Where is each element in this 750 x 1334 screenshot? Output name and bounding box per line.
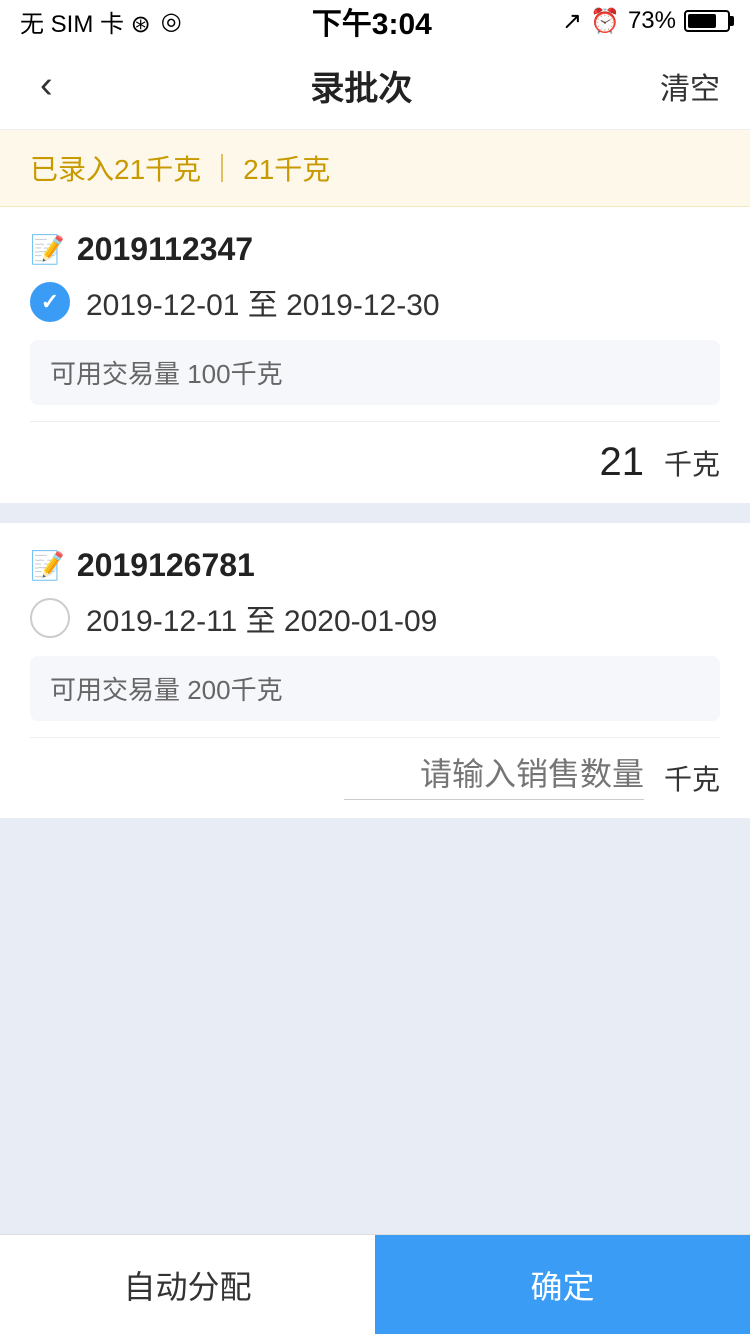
batch2-qty: 可用交易量 200千克 (30, 656, 720, 721)
batch1-qty: 可用交易量 100千克 (30, 340, 720, 405)
batch1-header: 📝 2019112347 (30, 231, 720, 268)
info-banner: 已录入21千克 21千克 (0, 130, 750, 207)
status-bar: 无 SIM 卡 ⊛ ◎ 下午3:04 ↗ ⏰ 73% (0, 0, 750, 42)
clear-button[interactable]: 清空 (660, 64, 720, 108)
batch2-unit: 千克 (664, 758, 720, 798)
section-divider-1 (0, 503, 750, 523)
time-display: 下午3:04 (312, 0, 432, 43)
batch1-id: 2019112347 (77, 231, 253, 268)
batch-item-2: 📝 2019126781 2019-12-11 至 2020-01-09 可用交… (0, 523, 750, 818)
recorded-value: 21千克 (243, 148, 330, 188)
batch2-id: 2019126781 (77, 547, 255, 584)
batch1-amount-row: 21 千克 (30, 421, 720, 503)
batch2-radio[interactable] (30, 598, 70, 638)
batch2-input-row: 千克 (30, 737, 720, 818)
batch2-header: 📝 2019126781 (30, 547, 720, 584)
batch2-date: 2019-12-11 至 2020-01-09 (86, 596, 437, 640)
recorded-label: 已录入21千克 (30, 148, 201, 188)
back-button[interactable]: ‹ (30, 54, 63, 117)
batch-item-1: 📝 2019112347 2019-12-01 至 2019-12-30 可用交… (0, 207, 750, 503)
batch1-radio[interactable] (30, 282, 70, 322)
batch1-amount-value: 21 (599, 440, 644, 485)
page-title: 录批次 (310, 61, 412, 110)
sim-text: 无 SIM 卡 ⊛ (20, 4, 151, 39)
status-left: 无 SIM 卡 ⊛ ◎ (20, 4, 182, 39)
auto-distribute-button[interactable]: 自动分配 (0, 1235, 375, 1334)
batch1-unit: 千克 (664, 443, 720, 483)
batch2-doc-icon: 📝 (30, 549, 65, 582)
batch2-qty-input[interactable] (344, 756, 644, 800)
batch1-row[interactable]: 2019-12-01 至 2019-12-30 (30, 280, 720, 324)
bottom-bar: 自动分配 确定 (0, 1234, 750, 1334)
confirm-button[interactable]: 确定 (375, 1235, 750, 1334)
nav-bar: ‹ 录批次 清空 (0, 42, 750, 130)
status-right: ↗ ⏰ 73% (562, 7, 730, 36)
banner-divider (221, 154, 223, 182)
batch1-date: 2019-12-01 至 2019-12-30 (86, 280, 440, 324)
wifi-icon: ◎ (161, 7, 182, 36)
batch1-doc-icon: 📝 (30, 233, 65, 266)
battery-percent: 73% (628, 7, 676, 35)
alarm-icon: ⏰ (590, 7, 620, 36)
batch2-row[interactable]: 2019-12-11 至 2020-01-09 (30, 596, 720, 640)
battery-icon (684, 10, 730, 32)
location-icon: ↗ (562, 7, 582, 36)
